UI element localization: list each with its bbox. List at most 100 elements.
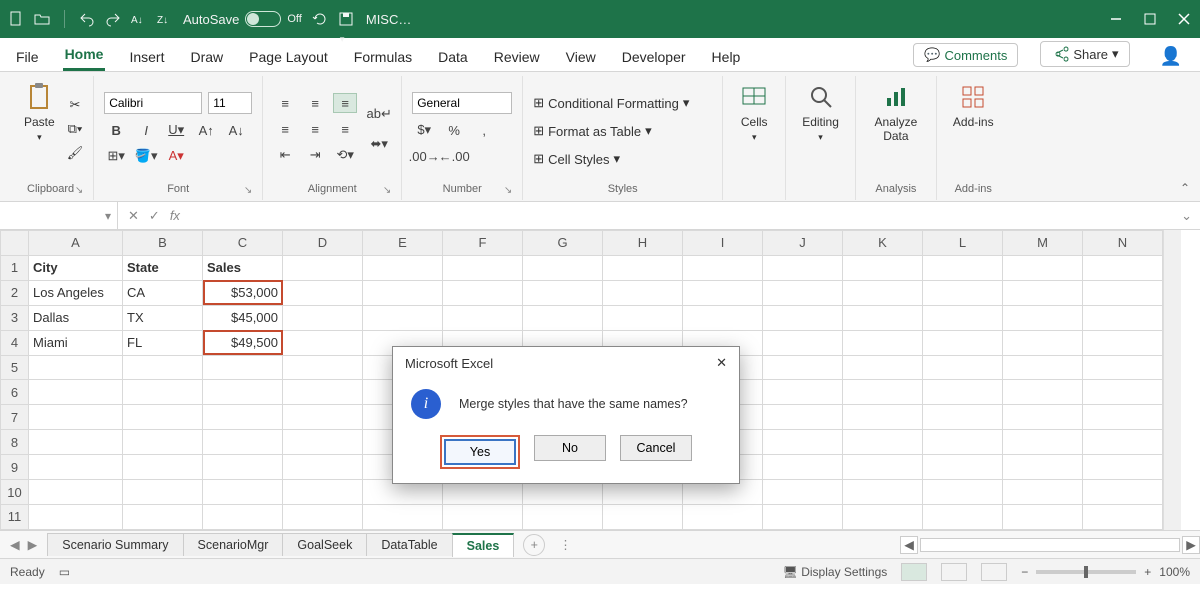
merge-center-button[interactable]: ⬌▾ <box>367 134 391 154</box>
decrease-indent-icon[interactable]: ⇤ <box>273 145 297 165</box>
share-button[interactable]: Share ▾ <box>1040 41 1129 67</box>
col-header[interactable]: I <box>683 231 763 256</box>
row-header[interactable]: 5 <box>1 355 29 380</box>
number-format-combo[interactable] <box>412 92 512 114</box>
tab-help[interactable]: Help <box>710 43 743 71</box>
col-header[interactable]: G <box>523 231 603 256</box>
increase-indent-icon[interactable]: ⇥ <box>303 145 327 165</box>
col-header[interactable]: F <box>443 231 523 256</box>
sheet-tab[interactable]: DataTable <box>366 533 452 556</box>
name-box[interactable]: ▾ <box>0 202 118 229</box>
currency-icon[interactable]: $▾ <box>412 120 436 140</box>
increase-decimal-icon[interactable]: .00→ <box>412 146 436 166</box>
account-icon[interactable]: 👤 <box>1160 46 1182 67</box>
cell[interactable]: TX <box>123 305 203 330</box>
col-header[interactable]: H <box>603 231 683 256</box>
cell[interactable]: State <box>123 255 203 280</box>
col-header[interactable]: A <box>29 231 123 256</box>
dialog-launcher-icon[interactable]: ↘ <box>383 185 391 196</box>
cell[interactable]: Dallas <box>29 305 123 330</box>
new-file-icon[interactable] <box>8 11 24 27</box>
dialog-cancel-button[interactable]: Cancel <box>620 435 692 461</box>
expand-formula-icon[interactable]: ⌄ <box>1173 208 1200 224</box>
fill-color-button[interactable]: 🪣▾ <box>134 146 158 166</box>
align-right-icon[interactable]: ≡ <box>333 119 357 139</box>
bold-button[interactable]: B <box>104 120 128 140</box>
sheet-nav-prev-icon[interactable]: ◀ <box>10 537 20 552</box>
percent-icon[interactable]: % <box>442 120 466 140</box>
col-header[interactable]: N <box>1083 231 1163 256</box>
row-header[interactable]: 3 <box>1 305 29 330</box>
underline-button[interactable]: U▾ <box>164 120 188 140</box>
scroll-right-button[interactable]: ▶ <box>1182 536 1200 554</box>
select-all-cell[interactable] <box>1 231 29 256</box>
zoom-out-button[interactable]: − <box>1021 565 1028 579</box>
tab-formulas[interactable]: Formulas <box>352 43 414 71</box>
dialog-launcher-icon[interactable]: ↘ <box>75 185 83 196</box>
display-settings-button[interactable]: 🖥 Display Settings <box>783 565 888 579</box>
align-middle-icon[interactable]: ≡ <box>303 93 327 113</box>
col-header[interactable]: L <box>923 231 1003 256</box>
increase-font-icon[interactable]: A↑ <box>194 120 218 140</box>
copy-icon[interactable]: ⧉▾ <box>68 121 83 137</box>
cell[interactable]: CA <box>123 280 203 305</box>
addins-button[interactable]: Add-ins <box>947 78 1000 180</box>
vertical-scrollbar[interactable] <box>1163 230 1181 530</box>
col-header[interactable]: D <box>283 231 363 256</box>
row-header[interactable]: 10 <box>1 480 29 505</box>
col-header[interactable]: M <box>1003 231 1083 256</box>
editing-button[interactable]: Editing▾ <box>796 78 845 180</box>
analyze-data-button[interactable]: Analyze Data <box>866 78 926 180</box>
orientation-icon[interactable]: ⟲▾ <box>333 145 357 165</box>
sheet-tab[interactable]: ScenarioMgr <box>183 533 284 556</box>
new-sheet-button[interactable]: + <box>523 534 545 556</box>
collapse-ribbon-icon[interactable]: ⌃ <box>1180 181 1190 195</box>
dialog-close-icon[interactable]: ✕ <box>716 355 727 371</box>
dialog-yes-button[interactable]: Yes <box>444 439 516 465</box>
redo-icon[interactable] <box>105 11 121 27</box>
sort-desc-icon[interactable]: Z↓ <box>157 11 173 27</box>
sort-asc-icon[interactable]: A↓ <box>131 11 147 27</box>
tab-draw[interactable]: Draw <box>188 43 225 71</box>
sheet-tab-active[interactable]: Sales <box>452 533 515 557</box>
conditional-formatting-button[interactable]: ⊞ Conditional Formatting ▾ <box>533 93 689 113</box>
cell[interactable]: Sales <box>203 255 283 280</box>
borders-button[interactable]: ⊞▾ <box>104 146 128 166</box>
close-button[interactable] <box>1176 11 1192 27</box>
tab-view[interactable]: View <box>564 43 598 71</box>
dialog-launcher-icon[interactable]: ↘ <box>244 185 252 196</box>
col-header[interactable]: C <box>203 231 283 256</box>
sheet-nav-next-icon[interactable]: ▶ <box>28 537 38 552</box>
italic-button[interactable]: I <box>134 120 158 140</box>
col-header[interactable]: B <box>123 231 203 256</box>
cell[interactable]: $49,500 <box>203 330 283 355</box>
macro-record-icon[interactable]: ▭ <box>59 565 70 579</box>
row-header[interactable]: 2 <box>1 280 29 305</box>
wrap-text-icon[interactable]: ab↵ <box>367 104 391 124</box>
autosave-toggle[interactable]: AutoSave Off <box>183 11 302 27</box>
format-painter-icon[interactable]: 🖌 <box>67 145 84 161</box>
font-name-combo[interactable] <box>104 92 202 114</box>
font-size-combo[interactable] <box>208 92 252 114</box>
refresh-icon[interactable] <box>312 11 328 27</box>
zoom-in-button[interactable]: + <box>1144 565 1151 579</box>
formula-input[interactable] <box>190 202 1173 229</box>
save-icon[interactable] <box>338 11 354 27</box>
format-as-table-button[interactable]: ⊞ Format as Table ▾ <box>533 121 651 141</box>
zoom-level[interactable]: 100% <box>1159 565 1190 579</box>
paste-button[interactable]: Paste▾ <box>18 78 61 180</box>
cell[interactable]: $45,000 <box>203 305 283 330</box>
align-top-icon[interactable]: ≡ <box>273 93 297 113</box>
col-header[interactable]: J <box>763 231 843 256</box>
dialog-no-button[interactable]: No <box>534 435 606 461</box>
horizontal-scrollbar[interactable] <box>920 538 1180 552</box>
row-header[interactable]: 9 <box>1 455 29 480</box>
row-header[interactable]: 7 <box>1 405 29 430</box>
align-left-icon[interactable]: ≡ <box>273 119 297 139</box>
minimize-button[interactable] <box>1108 11 1124 27</box>
cell[interactable]: $53,000 <box>203 280 283 305</box>
tab-data[interactable]: Data <box>436 43 470 71</box>
decrease-font-icon[interactable]: A↓ <box>224 120 248 140</box>
col-header[interactable]: E <box>363 231 443 256</box>
cell[interactable]: FL <box>123 330 203 355</box>
